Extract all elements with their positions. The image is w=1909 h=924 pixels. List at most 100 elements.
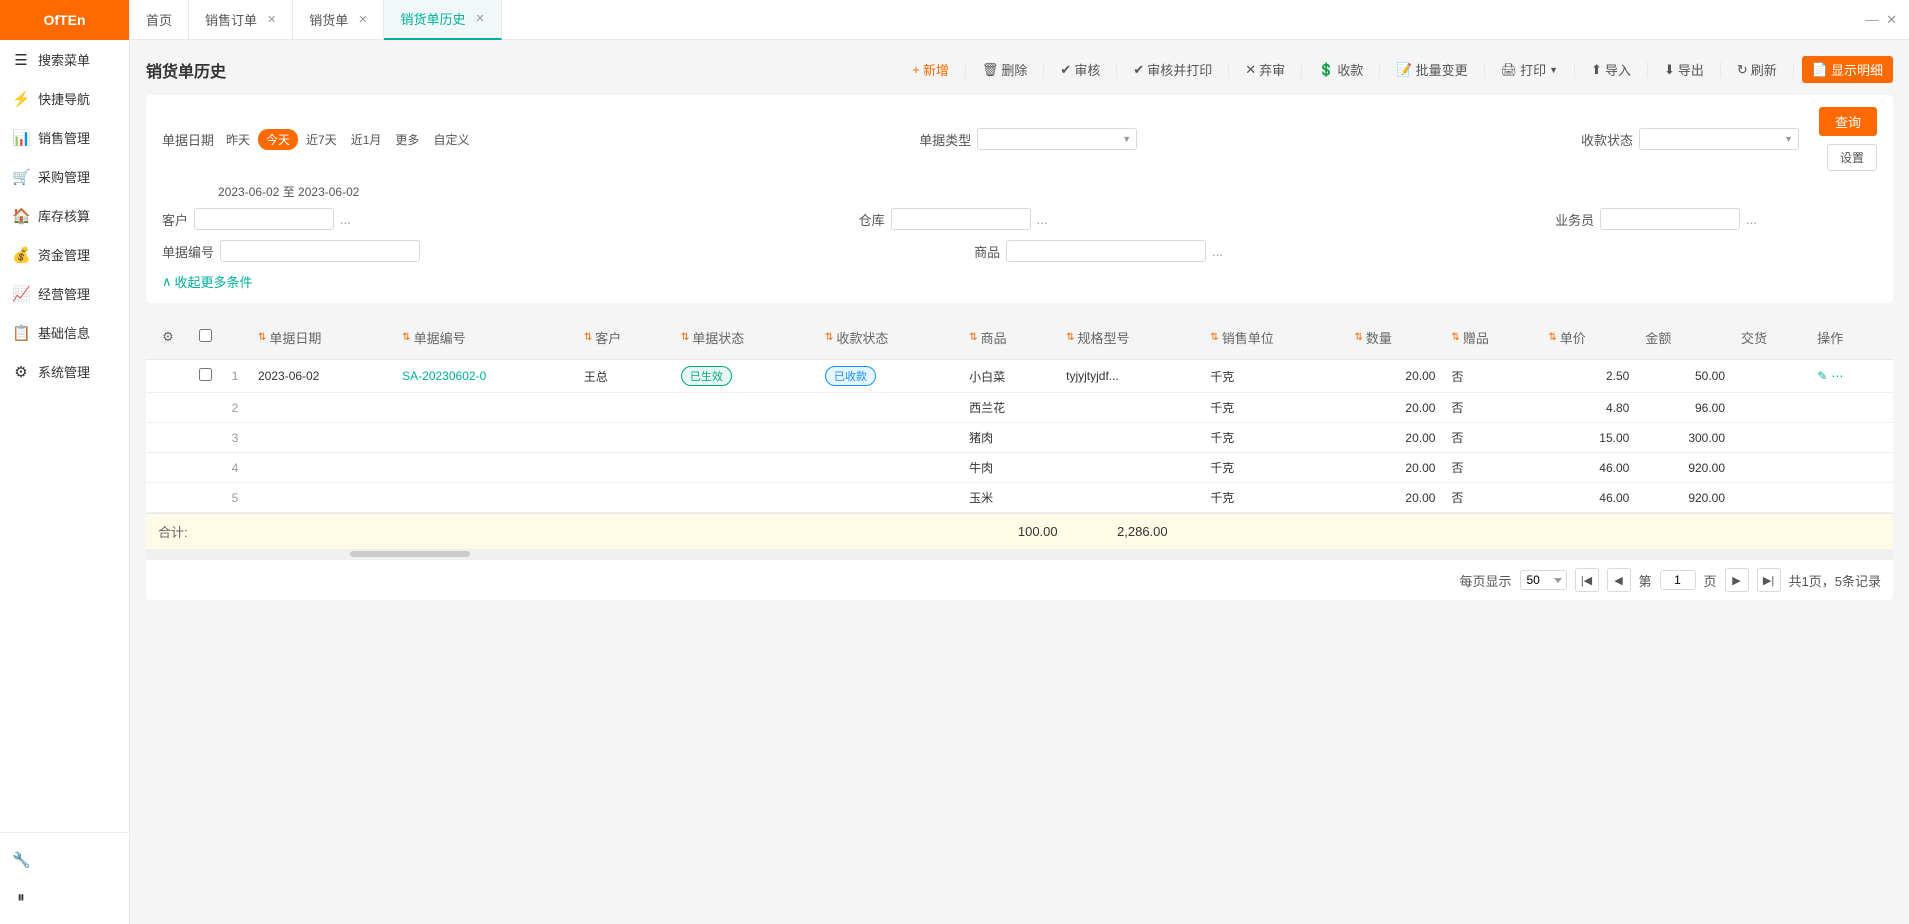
sidebar-item-inventory[interactable]: 🏠 库存核算 bbox=[0, 196, 129, 235]
btn-batch-change[interactable]: 📝 批量变更 bbox=[1388, 56, 1475, 83]
th-gift-sortable[interactable]: ⇅ 赠品 bbox=[1451, 328, 1532, 347]
audit-print-icon: ✔ bbox=[1133, 62, 1144, 78]
btn-show-detail-label: 显示明细 bbox=[1831, 60, 1883, 79]
btn-setting[interactable]: 设置 bbox=[1827, 144, 1877, 171]
business-input[interactable] bbox=[1600, 208, 1740, 230]
th-spec-sortable[interactable]: ⇅ 规格型号 bbox=[1066, 328, 1194, 347]
th-goods-sortable[interactable]: ⇅ 商品 bbox=[969, 328, 1050, 347]
action-link-0[interactable]: ✎ bbox=[1817, 369, 1827, 383]
sidebar-item-basic-info[interactable]: 📋 基础信息 bbox=[0, 313, 129, 352]
tab-sales-order-close[interactable]: ✕ bbox=[267, 13, 276, 26]
btn-next-page[interactable]: ▶ bbox=[1725, 568, 1749, 592]
window-close[interactable]: ✕ bbox=[1886, 12, 1897, 28]
th-unit-sortable[interactable]: ⇅ 销售单位 bbox=[1210, 328, 1338, 347]
date-tab-today[interactable]: 今天 bbox=[258, 129, 298, 150]
btn-abandon[interactable]: ✕ 弃审 bbox=[1237, 56, 1293, 83]
btn-collect[interactable]: 💲 收款 bbox=[1310, 56, 1371, 83]
btn-import[interactable]: ⬆ 导入 bbox=[1583, 56, 1639, 83]
btn-print[interactable]: 🖨 打印 ▼ bbox=[1493, 56, 1566, 83]
row-checkbox[interactable] bbox=[199, 368, 212, 381]
th-unit-price-sortable[interactable]: ⇅ 单价 bbox=[1548, 328, 1629, 347]
th-doc-status[interactable]: ⇅ 单据状态 bbox=[673, 315, 817, 360]
customer-ellipsis[interactable]: ... bbox=[340, 212, 351, 227]
horizontal-scrollbar[interactable] bbox=[146, 549, 1893, 559]
th-doc-date-sortable[interactable]: ⇅ 单据日期 bbox=[258, 328, 386, 347]
td-checkbox bbox=[190, 360, 220, 393]
btn-add[interactable]: + 新增 bbox=[904, 56, 957, 83]
th-customer-sortable[interactable]: ⇅ 客户 bbox=[584, 328, 665, 347]
tab-sales-goods[interactable]: 销货单 ✕ bbox=[293, 0, 384, 40]
sidebar-item-operations[interactable]: 📈 经营管理 bbox=[0, 274, 129, 313]
btn-prev-page[interactable]: ◀ bbox=[1607, 568, 1631, 592]
tab-sales-order[interactable]: 销售订单 ✕ bbox=[189, 0, 293, 40]
td-settings bbox=[146, 453, 190, 483]
doc-no-link[interactable]: SA-20230602-0 bbox=[402, 369, 486, 383]
sidebar-item-toggle[interactable]: ⏸ bbox=[0, 879, 129, 916]
th-doc-no-sortable[interactable]: ⇅ 单据编号 bbox=[402, 328, 568, 347]
sidebar-item-label: 资金管理 bbox=[38, 245, 90, 264]
sidebar-item-finance[interactable]: 💰 资金管理 bbox=[0, 235, 129, 274]
sidebar-item-system-mgmt[interactable]: ⚙ 系统管理 bbox=[0, 352, 129, 391]
tab-sales-history[interactable]: 销货单历史 ✕ bbox=[384, 0, 501, 40]
goods-label: 商品 bbox=[974, 242, 1000, 261]
th-qty[interactable]: ⇅ 数量 bbox=[1346, 315, 1443, 360]
tab-sales-goods-close[interactable]: ✕ bbox=[358, 13, 367, 26]
th-settings[interactable]: ⚙ bbox=[146, 315, 190, 360]
per-page-select[interactable]: 50 20 100 bbox=[1520, 570, 1567, 590]
btn-show-detail[interactable]: 📄 显示明细 bbox=[1802, 56, 1893, 83]
select-all-checkbox[interactable] bbox=[199, 329, 212, 342]
th-payment-status[interactable]: ⇅ 收款状态 bbox=[817, 315, 961, 360]
sidebar-item-search-menu[interactable]: ☰ 搜索菜单 bbox=[0, 40, 129, 79]
th-gift[interactable]: ⇅ 赠品 bbox=[1443, 315, 1540, 360]
warehouse-input[interactable] bbox=[891, 208, 1031, 230]
th-goods[interactable]: ⇅ 商品 bbox=[961, 315, 1058, 360]
table-footer: 合计: 100.00 2,286.00 bbox=[146, 513, 1893, 549]
doc-no-input[interactable] bbox=[220, 240, 420, 262]
sidebar-item-quick-nav[interactable]: ⚡ 快捷导航 bbox=[0, 79, 129, 118]
sidebar-item-sales-mgmt[interactable]: 📊 销售管理 bbox=[0, 118, 129, 157]
th-unit[interactable]: ⇅ 销售单位 bbox=[1202, 315, 1346, 360]
scrollbar-thumb[interactable] bbox=[350, 551, 470, 557]
th-qty-sortable[interactable]: ⇅ 数量 bbox=[1354, 328, 1435, 347]
page-number-input[interactable] bbox=[1660, 570, 1696, 590]
btn-audit[interactable]: ✔ 审核 bbox=[1052, 56, 1108, 83]
table-row: 3 猪肉 千克 20.00 否 15.00 300.00 bbox=[146, 423, 1893, 453]
tab-sales-history-close[interactable]: ✕ bbox=[476, 12, 485, 25]
sidebar-item-purchase-mgmt[interactable]: 🛒 采购管理 bbox=[0, 157, 129, 196]
btn-export[interactable]: ⬇ 导出 bbox=[1656, 56, 1712, 83]
date-tab-more[interactable]: 更多 bbox=[389, 129, 425, 150]
goods-ellipsis[interactable]: ... bbox=[1212, 244, 1223, 259]
filter-doc-no: 单据编号 bbox=[162, 240, 420, 262]
th-unit-price[interactable]: ⇅ 单价 bbox=[1540, 315, 1637, 360]
date-tab-7days[interactable]: 近7天 bbox=[300, 129, 343, 150]
sidebar-item-settings-bottom[interactable]: 🔧 bbox=[0, 841, 129, 879]
btn-delete[interactable]: 🗑 删除 bbox=[974, 56, 1036, 83]
btn-first-page[interactable]: |◀ bbox=[1575, 568, 1599, 592]
window-minimize[interactable]: — bbox=[1865, 12, 1878, 27]
action-link-1[interactable]: ⋯ bbox=[1831, 369, 1843, 383]
th-doc-no[interactable]: ⇅ 单据编号 bbox=[394, 315, 576, 360]
th-doc-date[interactable]: ⇅ 单据日期 bbox=[250, 315, 394, 360]
btn-audit-print[interactable]: ✔ 审核并打印 bbox=[1125, 56, 1220, 83]
date-tab-1month[interactable]: 近1月 bbox=[345, 129, 388, 150]
date-tab-yesterday[interactable]: 昨天 bbox=[220, 129, 256, 150]
th-spec[interactable]: ⇅ 规格型号 bbox=[1058, 315, 1202, 360]
btn-query[interactable]: 查询 bbox=[1819, 107, 1877, 136]
th-doc-status-sortable[interactable]: ⇅ 单据状态 bbox=[681, 328, 809, 347]
customer-input[interactable] bbox=[194, 208, 334, 230]
warehouse-ellipsis[interactable]: ... bbox=[1037, 212, 1048, 227]
btn-refresh[interactable]: ↻ 刷新 bbox=[1729, 56, 1785, 83]
doc-type-select[interactable] bbox=[977, 128, 1137, 150]
business-ellipsis[interactable]: ... bbox=[1746, 212, 1757, 227]
th-customer[interactable]: ⇅ 客户 bbox=[576, 315, 673, 360]
btn-last-page[interactable]: ▶| bbox=[1757, 568, 1781, 592]
filter-collapse-link[interactable]: ∧ 收起更多条件 bbox=[162, 272, 1877, 291]
td-customer bbox=[576, 393, 673, 423]
table-settings-icon[interactable]: ⚙ bbox=[154, 323, 182, 351]
goods-input[interactable] bbox=[1006, 240, 1206, 262]
tab-home[interactable]: 首页 bbox=[130, 0, 189, 40]
th-spec-label: 规格型号 bbox=[1078, 328, 1130, 347]
date-tab-custom[interactable]: 自定义 bbox=[427, 129, 475, 150]
payment-status-select[interactable] bbox=[1639, 128, 1799, 150]
th-payment-status-sortable[interactable]: ⇅ 收款状态 bbox=[825, 328, 953, 347]
